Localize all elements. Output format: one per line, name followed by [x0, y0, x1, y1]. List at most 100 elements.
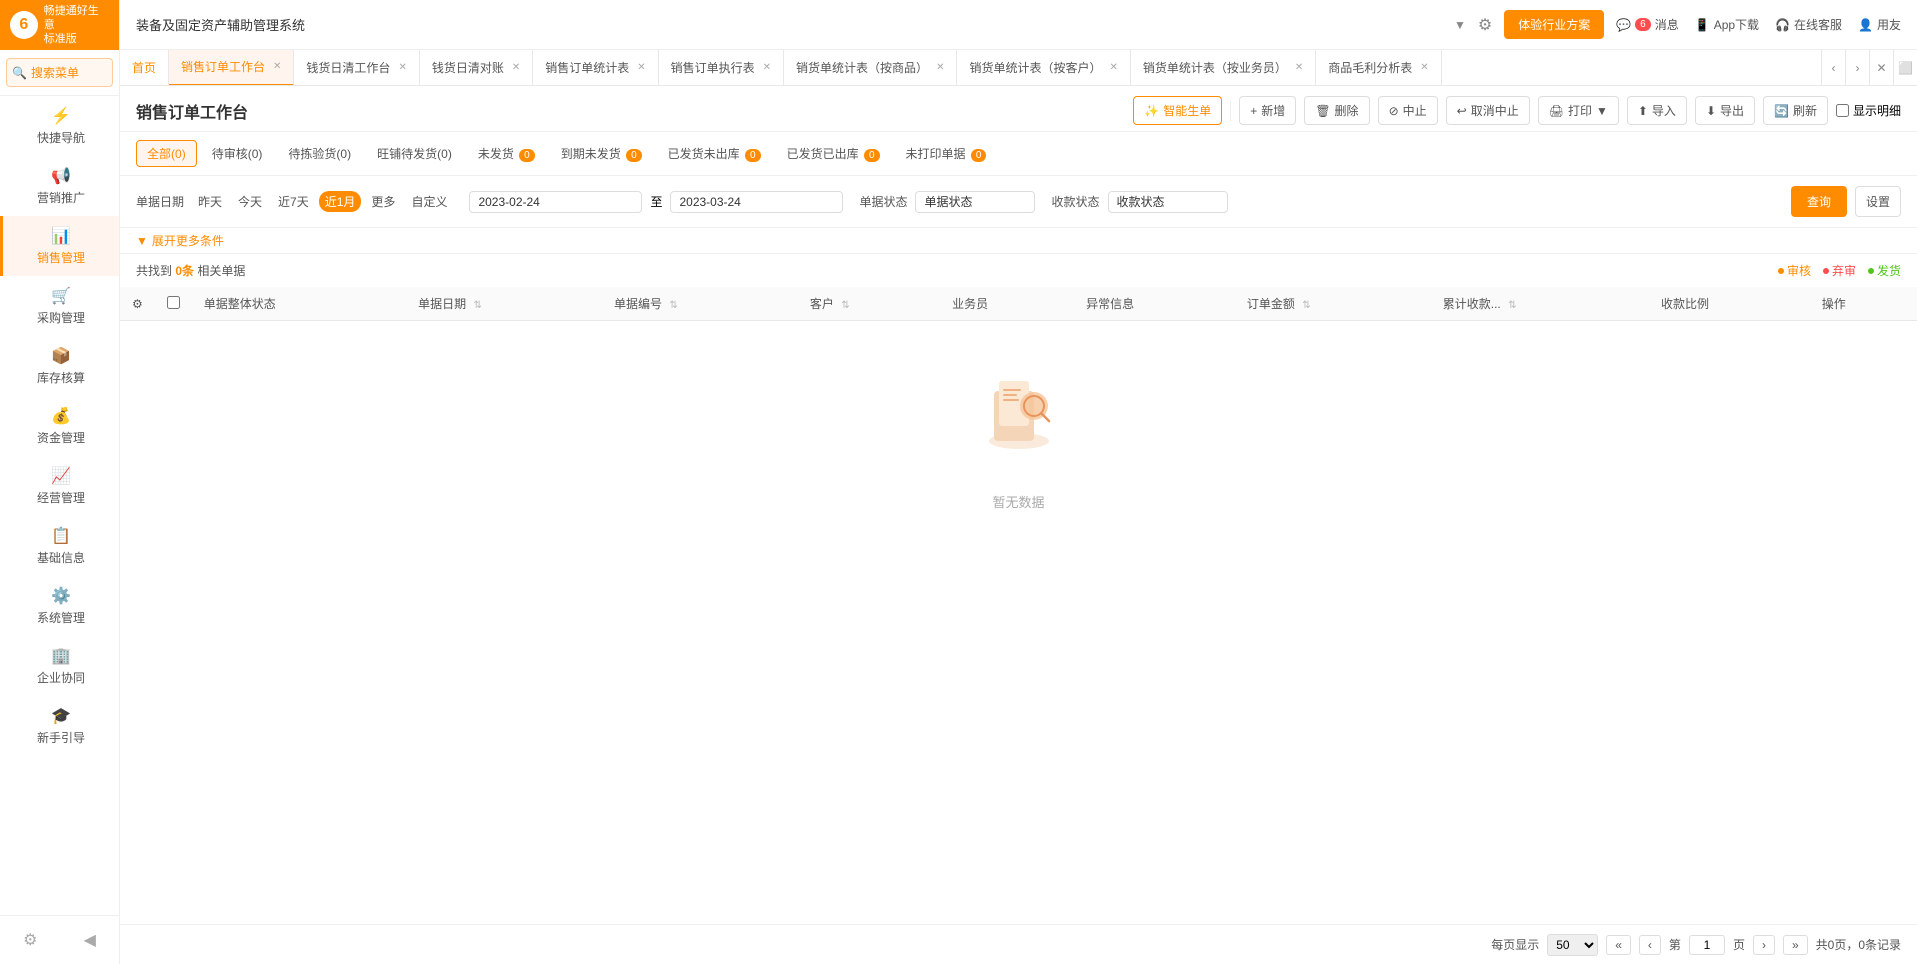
th-customer[interactable]: 客户 ⇅: [798, 287, 940, 321]
settings-bottom-icon[interactable]: ⚙: [19, 926, 41, 954]
sidebar-item-marketing[interactable]: 📢 营销推广: [0, 156, 119, 216]
search-menu-button[interactable]: 🔍 搜索菜单: [6, 58, 113, 87]
smart-generate-button[interactable]: ✨ 智能生单: [1133, 96, 1222, 125]
print-button[interactable]: 🖨 打印 ▼: [1538, 96, 1619, 125]
expand-conditions-button[interactable]: ▼ 展开更多条件: [136, 232, 1901, 249]
system-dropdown-arrow[interactable]: ▼: [1454, 18, 1466, 32]
cancel-review-button[interactable]: 弃审: [1823, 262, 1856, 279]
experience-button[interactable]: 体验行业方案: [1504, 10, 1604, 39]
sidebar-item-purchase[interactable]: 🛒 采购管理: [0, 276, 119, 336]
tab-scroll-right[interactable]: ›: [1845, 50, 1869, 86]
last-page-button[interactable]: »: [1783, 935, 1808, 955]
tab-close-cash-reconcile[interactable]: ✕: [512, 62, 520, 73]
next-page-button[interactable]: ›: [1753, 935, 1775, 955]
user-button[interactable]: 👤 用友: [1858, 16, 1901, 33]
tab-close-sales-summary-customer[interactable]: ✕: [1109, 62, 1117, 73]
system-settings-icon[interactable]: ⚙: [1478, 15, 1492, 35]
tab-close-sales-summary-staff[interactable]: ✕: [1295, 62, 1303, 73]
app-download-button[interactable]: 📱 App下载: [1695, 16, 1759, 33]
th-amount[interactable]: 订单金额 ⇅: [1235, 287, 1431, 321]
tab-close-cash-daily[interactable]: ✕: [398, 62, 406, 73]
tab-close-sales-stats[interactable]: ✕: [637, 62, 645, 73]
tab-close-all[interactable]: ✕: [1869, 50, 1893, 86]
filter-tab-shipped-in[interactable]: 已发货未出库 0: [657, 140, 772, 167]
sort-customer-icon[interactable]: ⇅: [841, 300, 849, 311]
th-number[interactable]: 单据编号 ⇅: [602, 287, 798, 321]
filter-tab-unprinted[interactable]: 未打印单据 0: [895, 140, 998, 167]
sort-date-icon[interactable]: ⇅: [473, 300, 481, 311]
sort-amount-icon[interactable]: ⇅: [1302, 300, 1310, 311]
th-date[interactable]: 单据日期 ⇅: [406, 287, 602, 321]
tab-cash-reconcile[interactable]: 钱货日清对账 ✕: [420, 50, 533, 86]
filter-tab-pending-check[interactable]: 待拣验货(0): [277, 140, 362, 167]
payment-select[interactable]: 收款状态: [1108, 191, 1228, 213]
date-to-input[interactable]: [670, 191, 843, 213]
query-button[interactable]: 查询: [1791, 186, 1847, 217]
status-select[interactable]: 单据状态: [915, 191, 1035, 213]
stop-button[interactable]: ⊘ 中止: [1378, 96, 1438, 125]
sidebar-item-guide[interactable]: 🎓 新手引导: [0, 696, 119, 756]
new-button[interactable]: + 新增: [1239, 96, 1296, 125]
date-btn-7days[interactable]: 近7天: [272, 191, 315, 212]
sidebar-item-finance[interactable]: 💰 资金管理: [0, 396, 119, 456]
filter-tab-all[interactable]: 全部(0): [136, 140, 197, 167]
date-from-input[interactable]: [469, 191, 642, 213]
filter-tab-shipped-out[interactable]: 已发货已出库 0: [776, 140, 891, 167]
review-button[interactable]: 审核: [1778, 262, 1811, 279]
filter-tab-pending-review[interactable]: 待审核(0): [201, 140, 274, 167]
sidebar-item-enterprise[interactable]: 🏢 企业协同: [0, 636, 119, 696]
filter-tab-wangpu[interactable]: 旺铺待发货(0): [366, 140, 463, 167]
th-checkbox[interactable]: [155, 287, 192, 321]
th-settings[interactable]: ⚙: [120, 287, 155, 321]
select-all-checkbox[interactable]: [167, 296, 180, 309]
date-btn-custom[interactable]: 自定义: [405, 191, 453, 212]
date-btn-yesterday[interactable]: 昨天: [192, 191, 228, 212]
tab-sales-exec[interactable]: 销售订单执行表 ✕: [659, 50, 784, 86]
sidebar-item-operations[interactable]: 📈 经营管理: [0, 456, 119, 516]
export-button[interactable]: ⬇ 导出: [1695, 96, 1755, 125]
sort-number-icon[interactable]: ⇅: [669, 300, 677, 311]
filter-tab-unshipped[interactable]: 未发货 0: [467, 140, 546, 167]
tab-close-margin-analysis[interactable]: ✕: [1420, 62, 1428, 73]
sidebar-item-basic-info[interactable]: 📋 基础信息: [0, 516, 119, 576]
sidebar-item-system[interactable]: ⚙️ 系统管理: [0, 576, 119, 636]
page-size-select[interactable]: 50 10 20 100: [1547, 934, 1598, 956]
horizontal-scrollbar[interactable]: [120, 916, 1917, 924]
sidebar-item-inventory[interactable]: 📦 库存核算: [0, 336, 119, 396]
page-number-input[interactable]: [1689, 935, 1725, 955]
tab-scroll-left[interactable]: ‹: [1821, 50, 1845, 86]
tab-sales-summary-customer[interactable]: 销货单统计表（按客户） ✕: [957, 50, 1130, 86]
cancel-stop-button[interactable]: ↩ 取消中止: [1446, 96, 1530, 125]
filter-tab-overdue[interactable]: 到期未发货 0: [550, 140, 653, 167]
tab-sales-summary-staff[interactable]: 销货单统计表（按业务员） ✕: [1131, 50, 1316, 86]
th-staff[interactable]: 业务员: [940, 287, 1074, 321]
th-collected[interactable]: 累计收款... ⇅: [1431, 287, 1649, 321]
show-details-checkbox[interactable]: [1836, 104, 1849, 117]
tab-close-sales-summary-product[interactable]: ✕: [936, 62, 944, 73]
collapse-icon[interactable]: ◀: [80, 926, 100, 954]
tab-close-sales-workbench[interactable]: ✕: [273, 61, 281, 72]
sidebar-item-quick-nav[interactable]: ⚡ 快捷导航: [0, 96, 119, 156]
date-btn-more[interactable]: 更多: [365, 191, 401, 212]
date-btn-today[interactable]: 今天: [232, 191, 268, 212]
tab-sales-summary-product[interactable]: 销货单统计表（按商品） ✕: [784, 50, 957, 86]
tab-margin-analysis[interactable]: 商品毛利分析表 ✕: [1316, 50, 1441, 86]
tab-sales-stats[interactable]: 销售订单统计表 ✕: [533, 50, 658, 86]
show-details-label[interactable]: 显示明细: [1836, 102, 1901, 119]
prev-page-button[interactable]: ‹: [1639, 935, 1661, 955]
import-button[interactable]: ⬆ 导入: [1627, 96, 1687, 125]
sort-collected-icon[interactable]: ⇅: [1508, 300, 1516, 311]
date-btn-1month[interactable]: 近1月: [319, 191, 362, 212]
refresh-button[interactable]: 🔄 刷新: [1763, 96, 1828, 125]
delete-button[interactable]: 🗑 删除: [1304, 96, 1369, 125]
message-button[interactable]: 💬 6 消息: [1616, 16, 1679, 33]
search-setting-button[interactable]: 设置: [1855, 186, 1901, 217]
tab-cash-daily[interactable]: 钱货日清工作台 ✕: [294, 50, 419, 86]
ship-button[interactable]: 发货: [1868, 262, 1901, 279]
tab-maximize[interactable]: ⬜: [1893, 50, 1917, 86]
first-page-button[interactable]: «: [1606, 935, 1631, 955]
online-service-button[interactable]: 🎧 在线客服: [1775, 16, 1842, 33]
tab-close-sales-exec[interactable]: ✕: [763, 62, 771, 73]
sidebar-item-sales[interactable]: 📊 销售管理: [0, 216, 119, 276]
tab-home[interactable]: 首页: [120, 50, 169, 86]
